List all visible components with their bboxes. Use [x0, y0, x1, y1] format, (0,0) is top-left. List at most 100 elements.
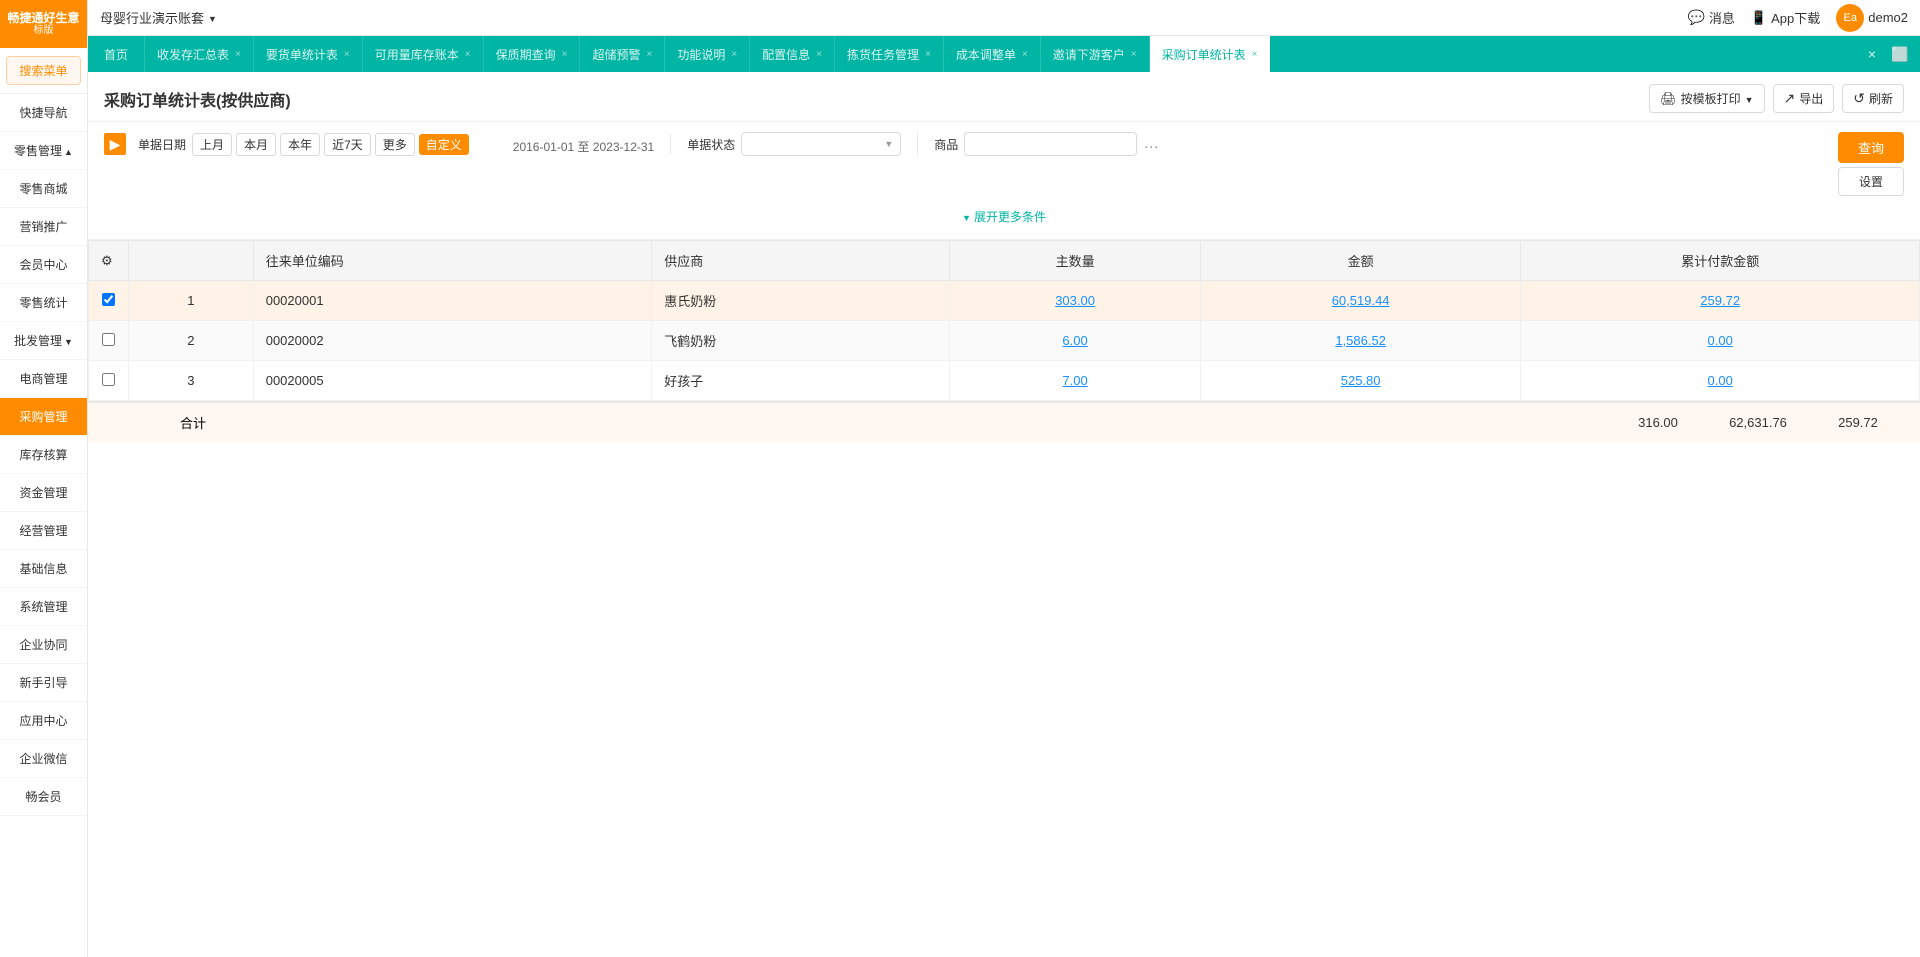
sidebar-item-changyuanyuan[interactable]: 畅会员	[0, 778, 87, 816]
sidebar-item-wechat[interactable]: 企业微信	[0, 740, 87, 778]
row-qty[interactable]: 7.00	[950, 361, 1201, 401]
sidebar-item-retail-stat[interactable]: 零售统计	[0, 284, 87, 322]
search-menu-btn[interactable]: 搜索菜单	[6, 56, 81, 85]
table-row[interactable]: 2 00020002 飞鹤奶粉 6.00 1,586.52 0.00	[89, 321, 1920, 361]
table-row[interactable]: 1 00020001 惠氏奶粉 303.00 60,519.44 259.72	[89, 281, 1920, 321]
row-amount[interactable]: 1,586.52	[1200, 321, 1521, 361]
sidebar-item-purchase[interactable]: 采购管理	[0, 398, 87, 436]
status-select-container	[741, 132, 901, 156]
expand-filter-btn[interactable]: 展开更多条件	[954, 204, 1054, 229]
tab-receive-send[interactable]: 收发存汇总表 ×	[145, 36, 254, 72]
sidebar-item-marketing[interactable]: 营销推广	[0, 208, 87, 246]
status-select[interactable]	[741, 132, 901, 156]
tab-receive-send-close[interactable]: ×	[235, 49, 241, 60]
query-btn[interactable]: 查询	[1838, 132, 1904, 163]
goods-more-icon[interactable]: …	[1143, 135, 1159, 153]
tab-overstock-warning-label: 超储预警	[592, 46, 640, 63]
user-menu[interactable]: Ea demo2	[1836, 4, 1908, 32]
tab-purchase-stat-close[interactable]: ×	[344, 49, 350, 60]
tab-expiry-query-label: 保质期查询	[496, 46, 556, 63]
row-paid[interactable]: 0.00	[1521, 361, 1920, 401]
tab-invite-downstream-close[interactable]: ×	[1131, 49, 1137, 60]
tab-pick-task[interactable]: 拣货任务管理 ×	[835, 36, 944, 72]
gear-icon[interactable]: ⚙	[101, 253, 113, 268]
export-btn[interactable]: 导出	[1773, 84, 1835, 113]
sidebar-item-appcenter[interactable]: 应用中心	[0, 702, 87, 740]
workspace-name: 母婴行业演示账套	[100, 8, 204, 27]
row-checkbox[interactable]	[89, 321, 129, 361]
row-checkbox-input[interactable]	[102, 293, 115, 306]
date-btn-7days[interactable]: 近7天	[324, 133, 371, 156]
close-all-btn[interactable]: ×	[1860, 42, 1884, 66]
col-header-checkbox[interactable]: ⚙	[89, 241, 129, 281]
restore-btn[interactable]: ⬜	[1888, 42, 1912, 66]
tab-pick-task-close[interactable]: ×	[925, 49, 931, 60]
tab-function-desc-close[interactable]: ×	[731, 49, 737, 60]
tab-cost-adjust-close[interactable]: ×	[1022, 49, 1028, 60]
tab-purchase-stat[interactable]: 要货单统计表 ×	[254, 36, 363, 72]
sidebar-item-basic[interactable]: 基础信息	[0, 550, 87, 588]
row-qty[interactable]: 6.00	[950, 321, 1201, 361]
sidebar-item-enterprise[interactable]: 企业协同	[0, 626, 87, 664]
tab-expiry-query[interactable]: 保质期查询 ×	[484, 36, 581, 72]
tab-config-info-close[interactable]: ×	[816, 49, 822, 60]
row-supplier-name: 惠氏奶粉	[652, 281, 950, 321]
sidebar-item-retail-shop[interactable]: 零售商城	[0, 170, 87, 208]
sidebar-item-system[interactable]: 系统管理	[0, 588, 87, 626]
sidebar-item-wholesale[interactable]: 批发管理	[0, 322, 87, 360]
date-btn-this-year[interactable]: 本年	[280, 133, 320, 156]
tab-available-inventory[interactable]: 可用量库存账本 ×	[363, 36, 484, 72]
app-download-btn[interactable]: App下载	[1751, 8, 1820, 27]
date-btn-last-month[interactable]: 上月	[192, 133, 232, 156]
export-icon	[1784, 90, 1796, 107]
print-icon	[1660, 91, 1677, 107]
message-btn[interactable]: 消息	[1687, 8, 1734, 27]
tab-purchase-order-stat-close[interactable]: ×	[1252, 49, 1258, 60]
tab-function-desc[interactable]: 功能说明 ×	[665, 36, 750, 72]
filter-area: ▶ 单据日期 上月 本月 本年 近7天 更多 自定义 2016-0	[88, 122, 1920, 240]
row-checkbox[interactable]	[89, 281, 129, 321]
print-btn[interactable]: 按模板打印	[1649, 84, 1764, 113]
filter-toggle-btn[interactable]: ▶	[104, 133, 126, 155]
tab-config-info[interactable]: 配置信息 ×	[750, 36, 835, 72]
refresh-btn[interactable]: 刷新	[1842, 84, 1904, 113]
sidebar-search[interactable]: 搜索菜单	[0, 48, 87, 94]
row-paid[interactable]: 0.00	[1521, 321, 1920, 361]
row-amount[interactable]: 525.80	[1200, 361, 1521, 401]
tab-overstock-warning[interactable]: 超储预警 ×	[580, 36, 665, 72]
tab-config-info-label: 配置信息	[762, 46, 810, 63]
settings-btn[interactable]: 设置	[1838, 167, 1904, 196]
workspace-selector[interactable]: 母婴行业演示账套	[100, 8, 217, 27]
sidebar-item-newguide[interactable]: 新手引导	[0, 664, 87, 702]
sidebar-item-quicknav[interactable]: 快捷导航	[0, 94, 87, 132]
sidebar-item-ecommerce[interactable]: 电商管理	[0, 360, 87, 398]
table-footer: 合计 316.00 62,631.76 259.72	[88, 401, 1920, 442]
table-row[interactable]: 3 00020005 好孩子 7.00 525.80 0.00	[89, 361, 1920, 401]
tab-expiry-query-close[interactable]: ×	[562, 49, 568, 60]
goods-input[interactable]	[964, 132, 1137, 156]
date-btn-this-month[interactable]: 本月	[236, 133, 276, 156]
tab-available-inventory-label: 可用量库存账本	[375, 46, 459, 63]
tab-invite-downstream[interactable]: 邀请下游客户 ×	[1041, 36, 1150, 72]
tab-overstock-warning-close[interactable]: ×	[646, 49, 652, 60]
sidebar-item-member[interactable]: 会员中心	[0, 246, 87, 284]
tab-home[interactable]: 首页	[88, 36, 145, 72]
tab-cost-adjust[interactable]: 成本调整单 ×	[944, 36, 1041, 72]
page-title: 采购订单统计表(按供应商)	[104, 87, 291, 111]
tab-available-inventory-close[interactable]: ×	[465, 49, 471, 60]
footer-qty: 316.00	[1608, 415, 1708, 430]
row-checkbox-input[interactable]	[102, 373, 115, 386]
row-paid[interactable]: 259.72	[1521, 281, 1920, 321]
row-amount[interactable]: 60,519.44	[1200, 281, 1521, 321]
tab-purchase-order-stat[interactable]: 采购订单统计表 ×	[1150, 36, 1271, 72]
sidebar-item-finance[interactable]: 资金管理	[0, 474, 87, 512]
date-custom-tag[interactable]: 自定义	[419, 134, 469, 155]
sidebar-item-inventory[interactable]: 库存核算	[0, 436, 87, 474]
sidebar-item-retail[interactable]: 零售管理	[0, 132, 87, 170]
row-checkbox-input[interactable]	[102, 333, 115, 346]
row-supplier-code: 00020001	[253, 281, 652, 321]
row-checkbox[interactable]	[89, 361, 129, 401]
sidebar-item-ops[interactable]: 经营管理	[0, 512, 87, 550]
date-btn-more[interactable]: 更多	[375, 133, 415, 156]
row-qty[interactable]: 303.00	[950, 281, 1201, 321]
